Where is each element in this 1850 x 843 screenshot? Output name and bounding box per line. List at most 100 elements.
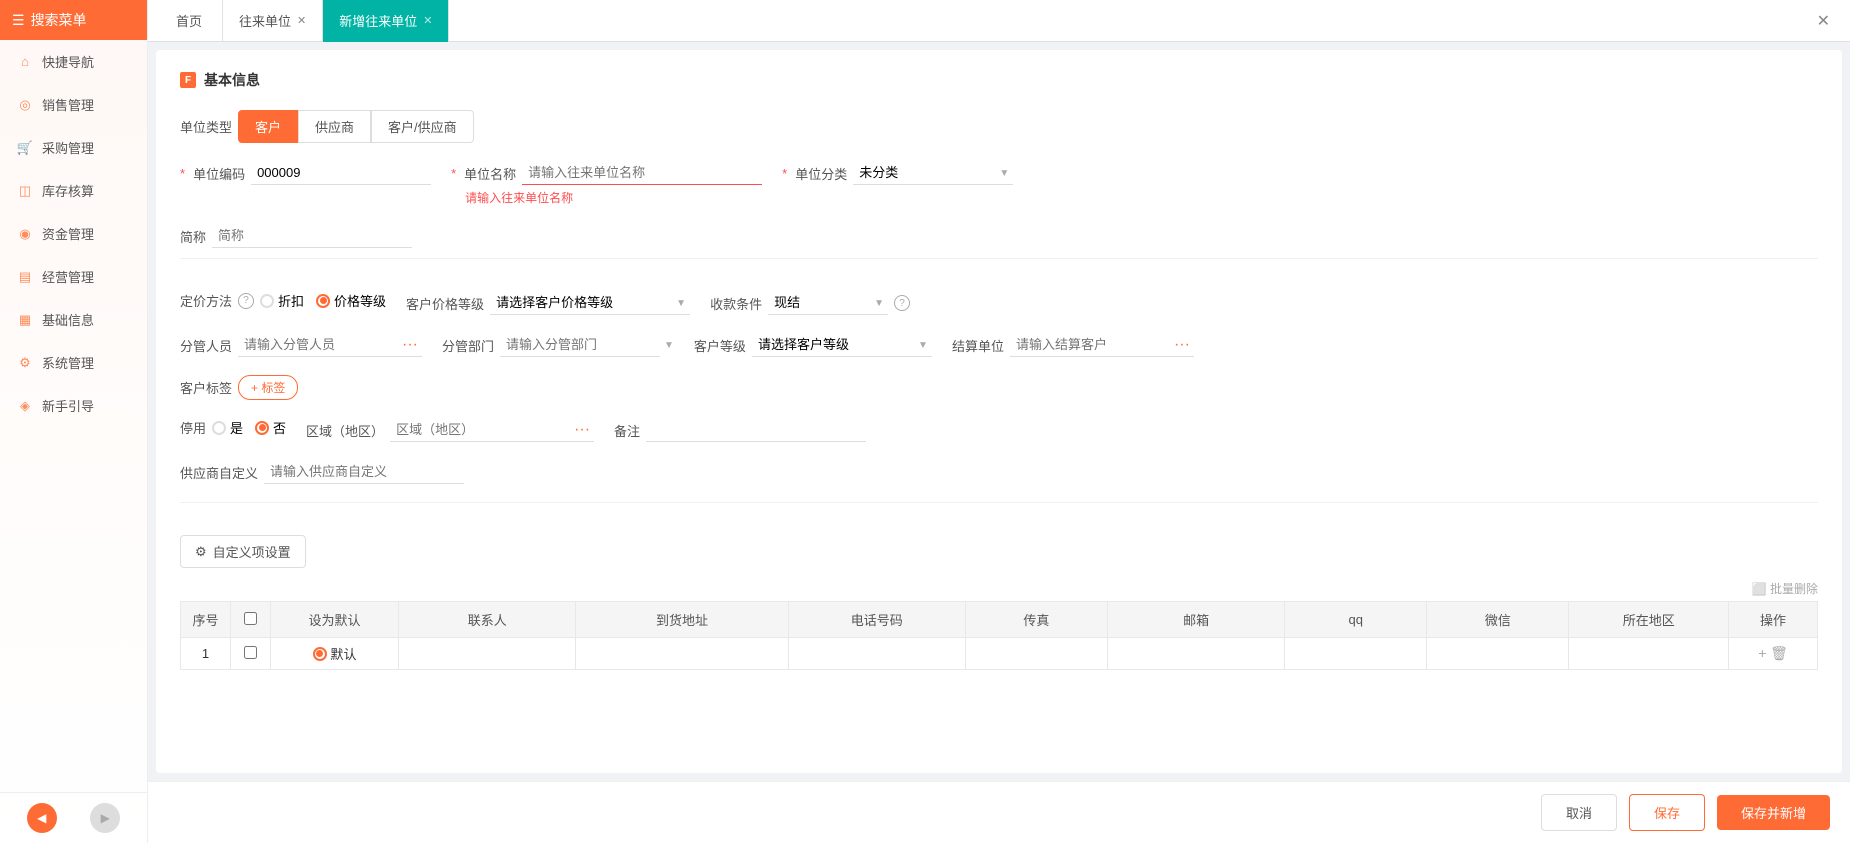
- remark-group: 备注: [614, 418, 866, 442]
- customer-price-label: 客户价格等级: [406, 294, 484, 313]
- email-input[interactable]: [1156, 646, 1236, 661]
- sidebar-item-basic[interactable]: ▦ 基础信息: [0, 298, 147, 341]
- sidebar-item-system[interactable]: ⚙ 系统管理: [0, 341, 147, 384]
- save-new-button[interactable]: 保存并新增: [1717, 795, 1830, 830]
- fax-input[interactable]: [1006, 646, 1066, 661]
- unit-category-select-wrapper: 未分类 ▼: [853, 161, 1013, 185]
- supplier-custom-row: 供应商自定义: [180, 460, 1818, 484]
- row-default-radio[interactable]: 默认: [281, 644, 388, 663]
- pricing-level-radio[interactable]: 价格等级: [316, 291, 386, 310]
- unit-category-select[interactable]: 未分类: [853, 161, 1013, 185]
- unit-name-input[interactable]: [522, 161, 762, 185]
- td-wechat: [1427, 638, 1569, 670]
- department-label: 分管部门: [442, 336, 494, 355]
- th-region: 所在地区: [1569, 602, 1729, 638]
- tab-units-close[interactable]: ✕: [297, 14, 306, 27]
- abbr-row: 简称: [180, 224, 1818, 248]
- sidebar-bottom-btn2[interactable]: ▶: [90, 803, 120, 833]
- table-header-checkbox[interactable]: [244, 612, 257, 625]
- tab-home[interactable]: 首页: [156, 0, 223, 42]
- pricing-help-icon[interactable]: ?: [238, 293, 254, 309]
- pricing-level-circle: [316, 294, 330, 308]
- remark-input[interactable]: [646, 418, 866, 442]
- qq-input[interactable]: [1326, 646, 1386, 661]
- abbr-label: 简称: [180, 227, 206, 246]
- sidebar-item-inventory[interactable]: ◫ 库存核算: [0, 169, 147, 212]
- tab-new-unit[interactable]: 新增往来单位 ✕: [323, 0, 449, 42]
- manager-dots[interactable]: ···: [398, 336, 422, 354]
- region-table-input[interactable]: [1614, 646, 1684, 661]
- manager-input-wrapper: ···: [238, 333, 422, 357]
- abbr-group: 简称: [180, 224, 412, 248]
- sidebar-item-purchase[interactable]: 🛒 采购管理: [0, 126, 147, 169]
- manager-input[interactable]: [238, 333, 398, 356]
- batch-delete-label[interactable]: 批量删除: [1770, 582, 1818, 596]
- unit-category-required: *: [782, 166, 787, 181]
- row-default-circle: [313, 647, 327, 661]
- settlement-dots[interactable]: ···: [1170, 336, 1194, 354]
- type-btn-supplier[interactable]: 供应商: [298, 110, 371, 143]
- row-checkbox[interactable]: [244, 646, 257, 659]
- cancel-button[interactable]: 取消: [1541, 794, 1617, 831]
- region-input[interactable]: [390, 418, 570, 441]
- department-wrapper: ▼: [500, 333, 674, 357]
- tab-new-unit-close[interactable]: ✕: [423, 14, 432, 27]
- sidebar-item-sales[interactable]: ◎ 销售管理: [0, 83, 147, 126]
- unit-category-group: * 单位分类 未分类 ▼: [782, 161, 1013, 185]
- main-area: 首页 往来单位 ✕ 新增往来单位 ✕ ✕ F 基本信息 单位类型 客户 供应商: [148, 0, 1850, 843]
- supplier-custom-group: 供应商自定义: [180, 460, 464, 484]
- contact-input[interactable]: [447, 646, 527, 661]
- customer-price-wrapper: 请选择客户价格等级 ▼: [490, 291, 690, 315]
- sidebar-search[interactable]: ☰ 搜索菜单: [0, 0, 147, 40]
- manager-group: 分管人员 ···: [180, 333, 422, 357]
- supplier-custom-label: 供应商自定义: [180, 463, 258, 482]
- home-icon: ⌂: [16, 53, 34, 71]
- address-input[interactable]: [632, 646, 732, 661]
- td-address: [576, 638, 788, 670]
- footer-bar: 取消 保存 保存并新增: [148, 781, 1850, 843]
- td-qq: [1285, 638, 1427, 670]
- disabled-yes-radio[interactable]: 是: [212, 418, 243, 437]
- sidebar-item-guide[interactable]: ◈ 新手引导: [0, 384, 147, 427]
- row-add-button[interactable]: +: [1758, 645, 1766, 661]
- tag-add-button[interactable]: + 标签: [238, 375, 298, 400]
- unit-name-error: 请输入往来单位名称: [465, 189, 573, 206]
- type-btn-customer[interactable]: 客户: [238, 110, 298, 143]
- sidebar-item-label: 采购管理: [42, 138, 94, 157]
- abbr-input[interactable]: [212, 224, 412, 248]
- divider1: [180, 258, 1818, 275]
- sidebar-item-operation[interactable]: ▤ 经营管理: [0, 255, 147, 298]
- settlement-input[interactable]: [1010, 333, 1170, 356]
- customer-level-select[interactable]: 请选择客户等级: [752, 333, 932, 357]
- disabled-row: 停用 是 否 区域（地区） ···: [180, 418, 1818, 442]
- save-button[interactable]: 保存: [1629, 794, 1705, 831]
- type-btn-both[interactable]: 客户/供应商: [371, 110, 474, 143]
- settings-button[interactable]: ⚙ 自定义项设置: [180, 535, 306, 568]
- tab-home-label: 首页: [176, 11, 202, 30]
- supplier-custom-input[interactable]: [264, 460, 464, 484]
- region-dots[interactable]: ···: [570, 421, 594, 439]
- disabled-no-radio[interactable]: 否: [255, 418, 286, 437]
- payment-select[interactable]: 现结: [768, 291, 888, 315]
- sidebar-item-finance[interactable]: ◉ 资金管理: [0, 212, 147, 255]
- sidebar-item-label: 新手引导: [42, 396, 94, 415]
- customer-price-select[interactable]: 请选择客户价格等级: [490, 291, 690, 315]
- th-qq: qq: [1285, 602, 1427, 638]
- manager-row: 分管人员 ··· 分管部门 ▼ 客户等级 请选择客户等级: [180, 333, 1818, 357]
- wechat-input[interactable]: [1468, 646, 1528, 661]
- department-input[interactable]: [500, 333, 660, 357]
- sidebar-bottom-btn1[interactable]: ◀: [27, 803, 57, 833]
- sidebar-item-quick-nav[interactable]: ⌂ 快捷导航: [0, 40, 147, 83]
- region-group: 区域（地区） ···: [306, 418, 594, 442]
- pricing-discount-radio[interactable]: 折扣: [260, 291, 304, 310]
- row-delete-button[interactable]: 🗑: [1770, 645, 1788, 662]
- tab-units[interactable]: 往来单位 ✕: [223, 0, 323, 42]
- divider2: [180, 502, 1818, 519]
- payment-help-icon[interactable]: ?: [894, 295, 910, 311]
- window-close-button[interactable]: ✕: [1805, 11, 1842, 31]
- unit-code-input[interactable]: [251, 161, 431, 185]
- phone-input[interactable]: [837, 646, 917, 661]
- th-fax: 传真: [965, 602, 1107, 638]
- contact-table: 序号 设为默认 联系人 到货地址 电话号码 传真 邮箱 qq 微信 所在地区 操…: [180, 601, 1818, 670]
- region-label: 区域（地区）: [306, 421, 384, 440]
